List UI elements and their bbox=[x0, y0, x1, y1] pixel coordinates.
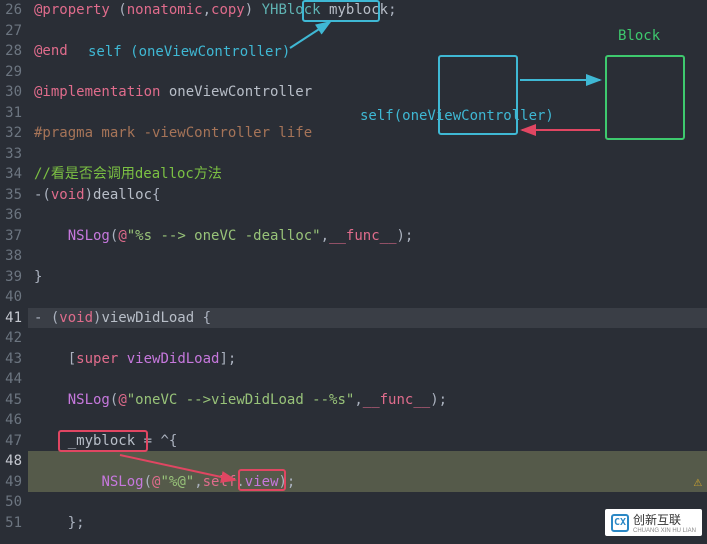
line-number: 28 bbox=[4, 41, 22, 62]
code-line[interactable] bbox=[28, 62, 707, 83]
code-line[interactable] bbox=[28, 451, 707, 472]
line-number: 26 bbox=[4, 0, 22, 21]
line-number: 34 bbox=[4, 164, 22, 185]
line-number: 36 bbox=[4, 205, 22, 226]
code-line[interactable]: NSLog(@"%s --> oneVC -dealloc",__func__)… bbox=[28, 226, 707, 247]
line-number: 33 bbox=[4, 144, 22, 165]
code-line[interactable]: } bbox=[28, 267, 707, 288]
code-line[interactable]: @implementation oneViewController bbox=[28, 82, 707, 103]
code-line[interactable]: - (void)viewDidLoad { bbox=[28, 308, 707, 329]
watermark-subtext: CHUANG XIN HU LIAN bbox=[633, 528, 696, 534]
code-line[interactable]: //看是否会调用dealloc方法 bbox=[28, 164, 707, 185]
line-number: 42 bbox=[4, 328, 22, 349]
line-number: 41 bbox=[4, 308, 22, 329]
line-number: 47 bbox=[4, 431, 22, 452]
code-line[interactable]: [super viewDidLoad]; bbox=[28, 349, 707, 370]
line-number: 49 bbox=[4, 472, 22, 493]
code-line[interactable] bbox=[28, 21, 707, 42]
line-number-gutter: 26 27 28 29 30 31 32 33 34 35 36 37 38 3… bbox=[0, 0, 28, 544]
line-number: 27 bbox=[4, 21, 22, 42]
line-number: 35 bbox=[4, 185, 22, 206]
line-number: 46 bbox=[4, 410, 22, 431]
code-line[interactable] bbox=[28, 410, 707, 431]
line-number: 32 bbox=[4, 123, 22, 144]
line-number: 44 bbox=[4, 369, 22, 390]
code-line[interactable] bbox=[28, 369, 707, 390]
line-number: 50 bbox=[4, 492, 22, 513]
line-number: 45 bbox=[4, 390, 22, 411]
code-line[interactable] bbox=[28, 144, 707, 165]
code-line[interactable]: #pragma mark -viewController life bbox=[28, 123, 707, 144]
watermark-logo-icon: CX bbox=[611, 514, 629, 532]
line-number: 39 bbox=[4, 267, 22, 288]
watermark-text: 创新互联 bbox=[633, 513, 681, 527]
code-line[interactable]: _myblock = ^{ bbox=[28, 431, 707, 452]
code-area[interactable]: @property (nonatomic,copy) YHBlock myblo… bbox=[28, 0, 707, 544]
code-line[interactable]: NSLog(@"oneVC -->viewDidLoad --%s",__fun… bbox=[28, 390, 707, 411]
code-line[interactable] bbox=[28, 328, 707, 349]
code-line[interactable] bbox=[28, 205, 707, 226]
watermark: CX 创新互联 CHUANG XIN HU LIAN bbox=[605, 509, 702, 536]
warning-icon[interactable]: ⚠ bbox=[694, 472, 702, 493]
line-number: 51 bbox=[4, 513, 22, 534]
code-editor[interactable]: 26 27 28 29 30 31 32 33 34 35 36 37 38 3… bbox=[0, 0, 707, 544]
line-number: 30 bbox=[4, 82, 22, 103]
code-line[interactable] bbox=[28, 287, 707, 308]
code-line[interactable]: @property (nonatomic,copy) YHBlock myblo… bbox=[28, 0, 707, 21]
code-line[interactable] bbox=[28, 246, 707, 267]
line-number: 48 bbox=[4, 451, 22, 472]
line-number: 40 bbox=[4, 287, 22, 308]
line-number: 29 bbox=[4, 62, 22, 83]
code-line[interactable]: NSLog(@"%@",self.view);⚠ bbox=[28, 472, 707, 493]
code-line[interactable]: -(void)dealloc{ bbox=[28, 185, 707, 206]
line-number: 31 bbox=[4, 103, 22, 124]
line-number: 38 bbox=[4, 246, 22, 267]
code-line[interactable] bbox=[28, 103, 707, 124]
code-line[interactable]: @end bbox=[28, 41, 707, 62]
line-number: 37 bbox=[4, 226, 22, 247]
line-number: 43 bbox=[4, 349, 22, 370]
